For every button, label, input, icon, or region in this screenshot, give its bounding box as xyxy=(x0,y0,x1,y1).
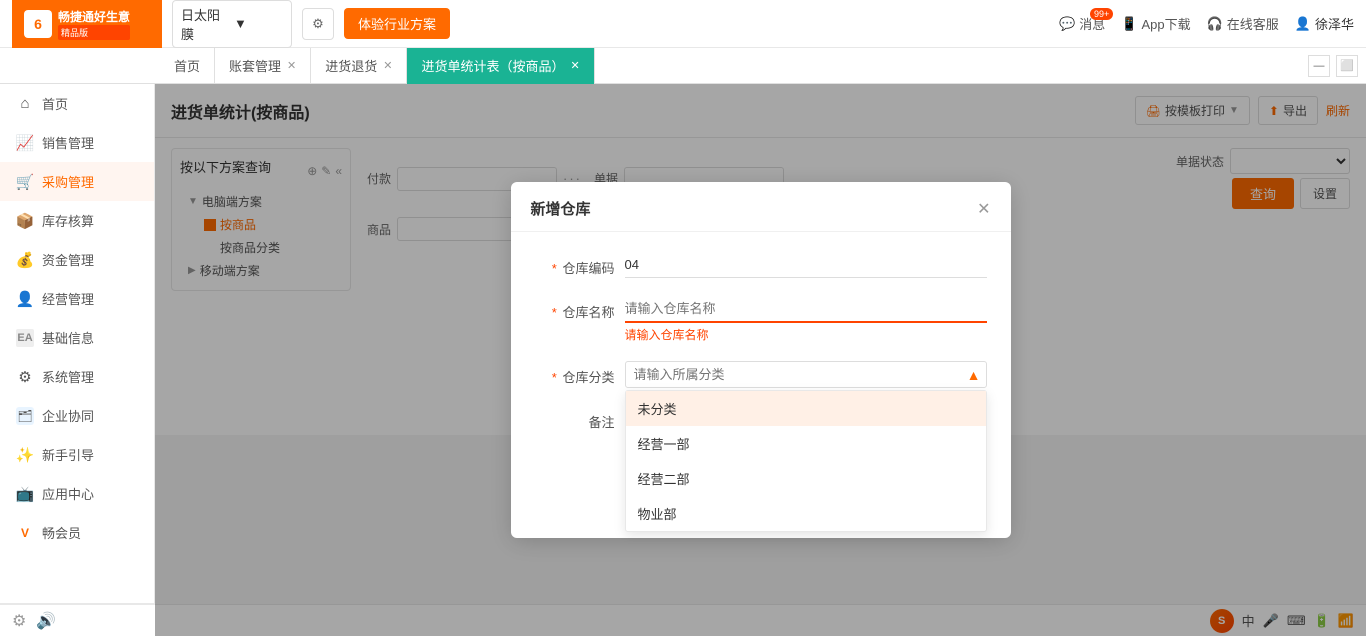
sidebar: ⌂ 首页 📈 销售管理 🛒 采购管理 📦 库存核算 💰 资金管理 👤 经营管理 … xyxy=(0,84,155,636)
warehouse-code-input[interactable] xyxy=(625,252,987,278)
tab-bar-right: — ⬜ xyxy=(1308,55,1366,77)
home-icon: ⌂ xyxy=(16,95,34,113)
logo-text: 畅捷通好生意 精品版 xyxy=(58,8,130,40)
dialog-close-button[interactable]: ✕ xyxy=(977,199,990,219)
tab-maximize-button[interactable]: ⬜ xyxy=(1336,55,1358,77)
tab-bar: 首页 账套管理 ✕ 进货退货 ✕ 进货单统计表（按商品） ✕ — ⬜ xyxy=(0,48,1366,84)
finance-icon: 💰 xyxy=(16,251,34,269)
sidebar-item-finance[interactable]: 💰 资金管理 xyxy=(0,240,154,279)
category-row: * 仓库分类 ▲ 未分类 经营一部 经营二部 物业部 xyxy=(535,361,987,388)
notification-button[interactable]: 💬 消息 99+ xyxy=(1059,14,1105,33)
dropdown-item-dept3[interactable]: 物业部 xyxy=(626,496,986,531)
tab-account[interactable]: 账套管理 ✕ xyxy=(215,48,311,84)
purchase-icon: 🛒 xyxy=(16,173,34,191)
store-name: 日太阳膜 xyxy=(181,5,230,43)
sidebar-item-guide[interactable]: ✨ 新手引导 xyxy=(0,435,154,474)
system-icon: ⚙ xyxy=(16,368,34,386)
category-dropdown: 未分类 经营一部 经营二部 物业部 xyxy=(625,390,987,532)
vip-icon: V xyxy=(16,524,34,542)
cooperation-icon: 🗂 xyxy=(16,407,34,425)
category-arrow-icon[interactable]: ▲ xyxy=(967,367,981,383)
warehouse-code-control xyxy=(625,252,987,278)
online-service-button[interactable]: 🎧 在线客服 xyxy=(1207,14,1279,33)
logo-badge: 精品版 xyxy=(58,25,130,40)
tab-minimize-button[interactable]: — xyxy=(1308,55,1330,77)
top-header: 6 畅捷通好生意 精品版 日太阳膜 ▼ ⚙ 体验行业方案 💬 消息 99+ 📱 … xyxy=(0,0,1366,48)
sidebar-item-purchase[interactable]: 🛒 采购管理 xyxy=(0,162,154,201)
sidebar-item-apps[interactable]: 📺 应用中心 xyxy=(0,474,154,513)
trial-button[interactable]: 体验行业方案 xyxy=(344,8,450,39)
sales-icon: 📈 xyxy=(16,134,34,152)
dropdown-item-uncategorized[interactable]: 未分类 xyxy=(626,391,986,426)
dialog-header: 新增仓库 ✕ xyxy=(511,182,1011,232)
logo-area: 6 畅捷通好生意 精品版 xyxy=(12,0,162,48)
main-content: 进货单统计(按商品) 🖨 按模板打印 ▼ ⬆ 导出 刷新 按以下方案查询 xyxy=(155,84,1366,636)
notification-badge: 99+ xyxy=(1090,8,1113,20)
sidebar-item-vip[interactable]: V 畅会员 xyxy=(0,513,154,552)
tab-home[interactable]: 首页 xyxy=(160,48,215,84)
sidebar-item-management[interactable]: 👤 经营管理 xyxy=(0,279,154,318)
category-input[interactable] xyxy=(625,361,987,388)
app-download-button[interactable]: 📱 App下载 xyxy=(1121,14,1190,33)
warehouse-name-row: * 仓库名称 请输入仓库名称 xyxy=(535,296,987,343)
main-layout: ⌂ 首页 📈 销售管理 🛒 采购管理 📦 库存核算 💰 资金管理 👤 经营管理 … xyxy=(0,84,1366,636)
headset-icon: 🎧 xyxy=(1207,16,1223,32)
sidebar-item-basic-info[interactable]: EA 基础信息 xyxy=(0,318,154,357)
dropdown-item-dept2[interactable]: 经营二部 xyxy=(626,461,986,496)
bottom-settings-icon[interactable]: ⚙ xyxy=(12,611,26,631)
sidebar-item-home[interactable]: ⌂ 首页 xyxy=(0,84,154,123)
tab-close-purchase-stats[interactable]: ✕ xyxy=(571,59,580,72)
inventory-icon: 📦 xyxy=(16,212,34,230)
logo-icon: 6 xyxy=(24,10,52,38)
tab-close-purchase-return[interactable]: ✕ xyxy=(383,59,392,72)
management-icon: 👤 xyxy=(16,290,34,308)
user-icon: 👤 xyxy=(1295,16,1311,32)
store-selector[interactable]: 日太阳膜 ▼ xyxy=(172,0,292,48)
sidebar-item-cooperation[interactable]: 🗂 企业协同 xyxy=(0,396,154,435)
bottom-left-icons: ⚙ 🔊 xyxy=(12,611,56,631)
warehouse-code-row: * 仓库编码 xyxy=(535,252,987,278)
modal-overlay: 新增仓库 ✕ * 仓库编码 xyxy=(155,84,1366,636)
category-control: ▲ 未分类 经营一部 经营二部 物业部 xyxy=(625,361,987,388)
warehouse-name-control: 请输入仓库名称 xyxy=(625,296,987,343)
phone-icon: 📱 xyxy=(1121,16,1137,32)
message-icon: 💬 xyxy=(1059,16,1075,32)
warehouse-name-label: * 仓库名称 xyxy=(535,296,625,321)
remarks-label: 备注 xyxy=(535,406,625,431)
warehouse-name-input[interactable] xyxy=(625,296,987,323)
dialog-body: * 仓库编码 * 仓库名称 xyxy=(511,232,1011,470)
warehouse-name-error: 请输入仓库名称 xyxy=(625,326,987,343)
warehouse-code-label: * 仓库编码 xyxy=(535,252,625,277)
user-name: 徐泽华 xyxy=(1315,14,1354,33)
sidebar-item-sales[interactable]: 📈 销售管理 xyxy=(0,123,154,162)
gear-button[interactable]: ⚙ xyxy=(302,8,334,40)
sidebar-item-inventory[interactable]: 📦 库存核算 xyxy=(0,201,154,240)
chevron-down-icon: ▼ xyxy=(234,16,283,31)
basic-info-icon: EA xyxy=(16,329,34,347)
dialog-title: 新增仓库 xyxy=(531,198,591,219)
sidebar-item-system[interactable]: ⚙ 系统管理 xyxy=(0,357,154,396)
guide-icon: ✨ xyxy=(16,446,34,464)
dropdown-item-dept1[interactable]: 经营一部 xyxy=(626,426,986,461)
tab-purchase-return[interactable]: 进货退货 ✕ xyxy=(311,48,407,84)
apps-icon: 📺 xyxy=(16,485,34,503)
category-label: * 仓库分类 xyxy=(535,361,625,386)
user-menu-button[interactable]: 👤 徐泽华 xyxy=(1295,14,1354,33)
bottom-sound-icon[interactable]: 🔊 xyxy=(36,611,56,631)
tab-close-account[interactable]: ✕ xyxy=(287,59,296,72)
header-right: 💬 消息 99+ 📱 App下载 🎧 在线客服 👤 徐泽华 xyxy=(1059,14,1354,33)
add-warehouse-dialog: 新增仓库 ✕ * 仓库编码 xyxy=(511,182,1011,538)
tab-purchase-stats[interactable]: 进货单统计表（按商品） ✕ xyxy=(407,48,594,84)
